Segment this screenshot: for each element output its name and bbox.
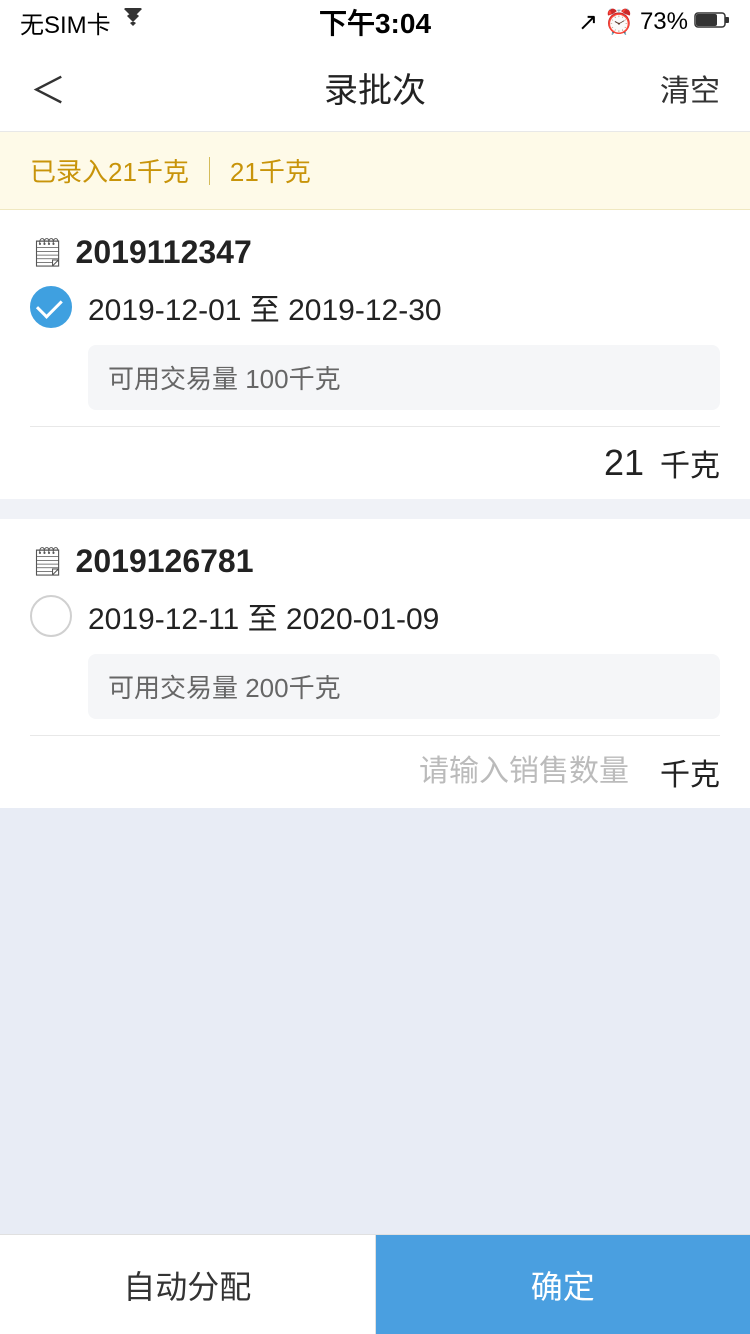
batch-item-2: 🗒 2019126781 2019-12-11 至 2020-01-09 可用交… (0, 519, 750, 808)
info-banner: 已录入21千克 21千克 (0, 132, 750, 210)
batch-item-1: 🗒 2019112347 2019-12-01 至 2019-12-30 可用交… (0, 210, 750, 499)
batch-icon-2: 🗒 (30, 545, 66, 578)
page-title: 录批次 (324, 63, 426, 112)
batch-header-2: 🗒 2019126781 (30, 543, 720, 580)
wifi-icon (119, 8, 147, 37)
batch-date-1: 2019-12-01 至 2019-12-30 (88, 285, 442, 329)
battery-text: 73% (640, 8, 688, 36)
separator-1 (0, 499, 750, 519)
clear-button[interactable]: 清空 (660, 66, 720, 110)
batch-quantity-input-row-2: 千克 (30, 735, 720, 808)
batch-quantity-row-1: 21 千克 (30, 426, 720, 499)
batch-radio-2[interactable] (30, 595, 72, 637)
batch-row-1: 2019-12-01 至 2019-12-30 (30, 285, 720, 329)
recorded-value: 21千克 (230, 152, 311, 189)
status-right: ↗ ⏰ 73% (578, 8, 730, 37)
nav-bar: ＜ 录批次 清空 (0, 44, 750, 132)
battery-icon (694, 8, 730, 36)
batch-avail-1: 可用交易量 100千克 (88, 345, 720, 410)
batch-radio-1[interactable] (30, 286, 72, 328)
batch-qty-value-1: 21 (604, 442, 644, 484)
batch-avail-2: 可用交易量 200千克 (88, 654, 720, 719)
batch-qty-input-2[interactable] (344, 755, 644, 789)
batch-id-2: 2019126781 (76, 543, 254, 580)
time-display: 下午3:04 (319, 2, 431, 42)
batch-header-1: 🗒 2019112347 (30, 234, 720, 271)
batch-id-1: 2019112347 (76, 234, 252, 271)
batch-qty-unit-1: 千克 (660, 441, 720, 485)
batch-date-2: 2019-12-11 至 2020-01-09 (88, 594, 439, 638)
footer: 自动分配 确定 (0, 1234, 750, 1334)
confirm-button[interactable]: 确定 (376, 1235, 750, 1334)
batch-row-2: 2019-12-11 至 2020-01-09 (30, 594, 720, 638)
location-icon: ↗ (578, 8, 598, 37)
status-bar: 无SIM卡 下午3:04 ↗ ⏰ 73% (0, 0, 750, 44)
carrier-text: 无SIM卡 (20, 5, 111, 40)
back-button[interactable]: ＜ (30, 62, 90, 114)
batch-icon-1: 🗒 (30, 236, 66, 269)
batch-qty-unit-2: 千克 (660, 750, 720, 794)
info-divider (209, 157, 210, 185)
auto-distribute-button[interactable]: 自动分配 (0, 1235, 376, 1334)
alarm-icon: ⏰ (604, 8, 634, 37)
status-left: 无SIM卡 (20, 5, 147, 40)
recorded-label: 已录入21千克 (30, 152, 189, 189)
